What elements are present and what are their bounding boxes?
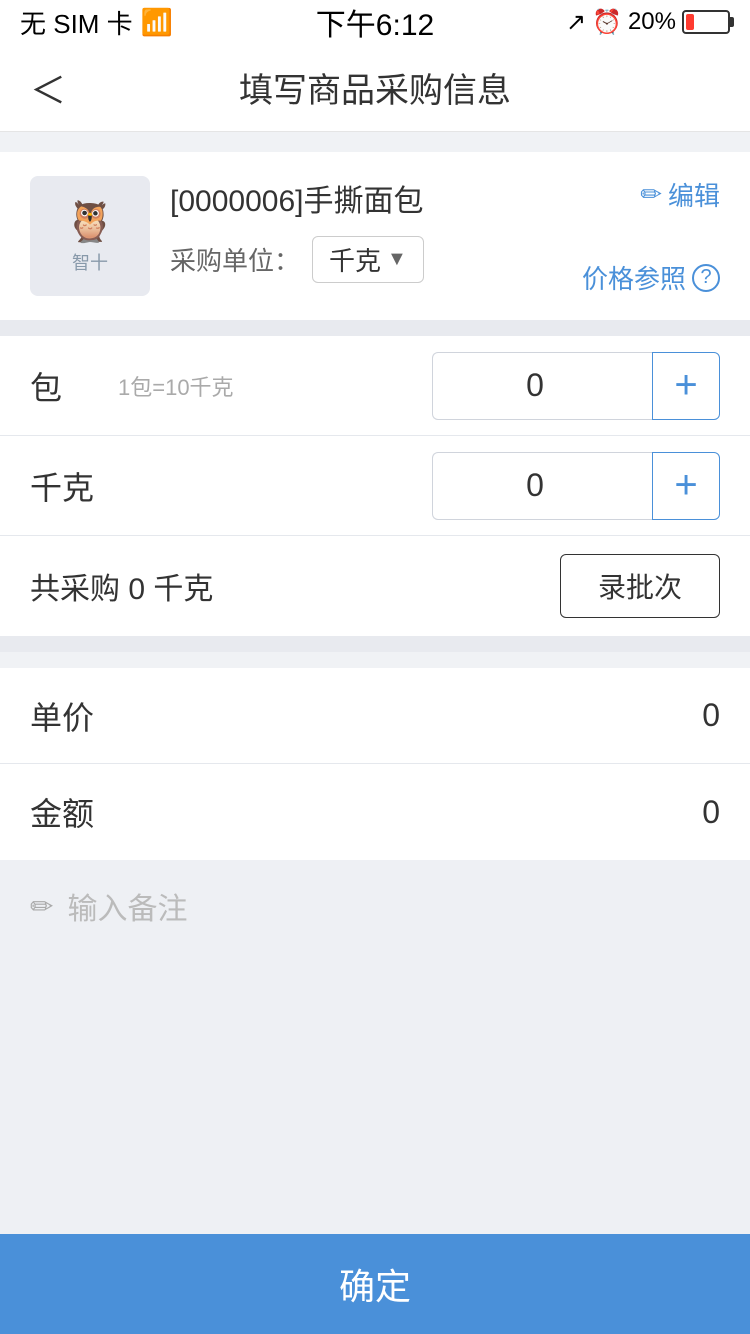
price-section: 单价 0 金额 0 [0,668,750,860]
bao-input-row: 包 1包=10千克 + [0,336,750,436]
alarm-icon: ⏰ [592,8,622,37]
status-right: ↗ ⏰ 20% [566,8,730,37]
edit-button[interactable]: ✏ 编辑 [640,176,720,213]
input-section: 包 1包=10千克 + 千克 + 共采购 0 千克 录批次 [0,336,750,636]
wifi-icon: 📶 [141,7,173,38]
unit-selector[interactable]: 千克 ▼ [312,236,424,283]
dropdown-arrow-icon: ▼ [387,248,407,271]
bao-label: 包 [30,363,110,409]
summary-text: 共采购 0 千克 [30,564,213,608]
product-name: [0000006]手撕面包 [170,176,720,220]
notes-placeholder: 输入备注 [67,884,187,928]
summary-value: 0 [128,573,145,606]
bao-input-right: + [432,352,720,420]
confirm-button-label: 确定 [339,1258,411,1310]
product-logo-icon: 🦉 [65,198,115,245]
section-divider-2 [0,636,750,652]
unit-price-value: 0 [702,697,720,734]
unit-price-label: 单价 [30,693,94,739]
nav-bar: ＜ 填写商品采购信息 [0,44,750,132]
back-button[interactable]: ＜ [30,62,66,114]
product-card: 🦉 智十 [0000006]手撕面包 采购单位： 千克 ▼ ✏ 编辑 价格参照 … [0,152,750,320]
location-icon: ↗ [566,8,586,37]
kg-label: 千克 [30,463,110,509]
unit-value: 千克 [329,241,381,278]
pencil-icon: ✏ [30,890,53,923]
status-time: 下午6:12 [316,0,434,44]
battery-percent: 20% [628,8,676,36]
record-batch-button[interactable]: 录批次 [560,554,720,618]
amount-row: 金额 0 [0,764,750,860]
edit-icon: ✏ [640,179,662,210]
info-icon: ? [692,264,720,292]
status-bar: 无 SIM 卡 📶 下午6:12 ↗ ⏰ 20% [0,0,750,44]
page-title: 填写商品采购信息 [239,63,511,112]
product-image: 🦉 智十 [30,176,150,296]
amount-value: 0 [702,794,720,831]
summary-row: 共采购 0 千克 录批次 [0,536,750,636]
kg-input-row: 千克 + [0,436,750,536]
status-carrier: 无 SIM 卡 📶 [20,4,173,41]
kg-input-right: + [432,452,720,520]
amount-label: 金额 [30,789,94,835]
bao-sublabel: 1包=10千克 [118,370,234,402]
bao-quantity-input[interactable] [432,352,652,420]
bao-plus-button[interactable]: + [652,352,720,420]
unit-price-row: 单价 0 [0,668,750,764]
confirm-button[interactable]: 确定 [0,1234,750,1334]
price-reference-button[interactable]: 价格参照 ? [582,259,720,296]
unit-label: 采购单位： [170,241,300,278]
kg-plus-button[interactable]: + [652,452,720,520]
notes-section[interactable]: ✏ 输入备注 [0,860,750,952]
product-logo-text: 智十 [72,249,108,275]
kg-quantity-input[interactable] [432,452,652,520]
section-divider-1 [0,320,750,336]
battery-icon [682,10,730,34]
